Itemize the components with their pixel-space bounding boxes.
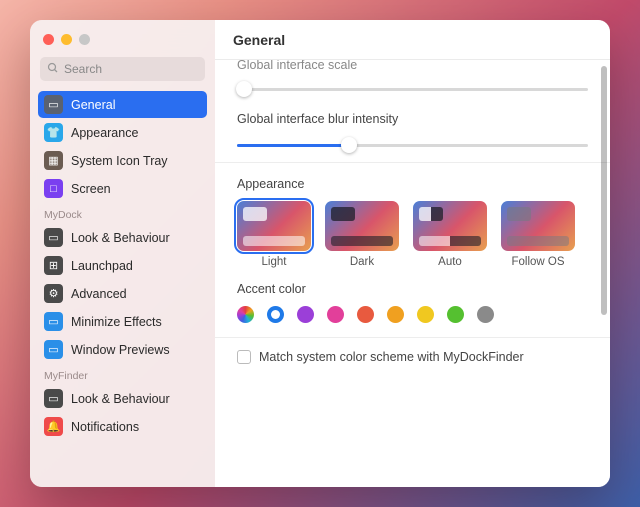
sidebar-item-icon: ▭ [44,312,63,331]
sidebar-item-icon: ▭ [44,228,63,247]
sidebar-item-label: Notifications [71,420,139,434]
sidebar: Search ▭ General 👕 Appearance ▦ System Icon T… [30,20,215,487]
settings-window: Search ▭ General 👕 Appearance ▦ System Icon T… [30,20,610,487]
match-system-checkbox[interactable] [237,350,251,364]
appearance-thumbnail [325,201,399,251]
sidebar-item-label: Launchpad [71,259,133,273]
sidebar-item-icon: ▭ [44,95,63,114]
sidebar-item-icon: ▭ [44,340,63,359]
appearance-thumbnail [413,201,487,251]
sidebar-item-look-behaviour[interactable]: ▭ Look & Behaviour [38,385,207,412]
sidebar-item-screen[interactable]: □ Screen [38,175,207,202]
accent-swatch[interactable] [297,306,314,323]
match-system-row[interactable]: Match system color scheme with MyDockFin… [237,350,588,364]
appearance-option-label: Follow OS [501,256,575,268]
sidebar-item-icon: ▦ [44,151,63,170]
sidebar-item-label: Advanced [71,287,127,301]
sidebar-item-label: Look & Behaviour [71,231,170,245]
sidebar-item-label: Look & Behaviour [71,392,170,406]
scroll-thumb[interactable] [601,66,607,315]
sidebar-item-notifications[interactable]: 🔔 Notifications [38,413,207,440]
sidebar-items: ▭ General 👕 Appearance ▦ System Icon Tray □ Scr… [30,91,215,487]
sidebar-item-label: Appearance [71,126,138,140]
appearance-options: Light Dark Auto Follow OS [237,201,588,268]
window-controls [30,30,215,57]
minimize-button[interactable] [61,34,72,45]
appearance-option-label: Auto [413,256,487,268]
sidebar-item-icon: □ [44,179,63,198]
search-placeholder: Search [64,62,102,76]
sidebar-item-appearance[interactable]: 👕 Appearance [38,119,207,146]
blur-slider[interactable] [237,136,588,154]
page-title: General [215,20,610,60]
main-panel: General Global interface scale Global in… [215,20,610,487]
accent-swatch[interactable] [417,306,434,323]
sidebar-item-look-behaviour[interactable]: ▭ Look & Behaviour [38,224,207,251]
sidebar-item-icon: 👕 [44,123,63,142]
sidebar-item-label: System Icon Tray [71,154,168,168]
match-system-label: Match system color scheme with MyDockFin… [259,350,524,364]
appearance-option-follow-os[interactable]: Follow OS [501,201,575,268]
scale-slider[interactable] [237,80,588,98]
scrollbar[interactable] [601,66,607,481]
sidebar-section-header: MyFinder [38,364,207,385]
appearance-option-label: Light [237,256,311,268]
appearance-option-dark[interactable]: Dark [325,201,399,268]
accent-swatch[interactable] [387,306,404,323]
sidebar-item-label: Window Previews [71,343,170,357]
accent-swatch[interactable] [447,306,464,323]
close-button[interactable] [43,34,54,45]
appearance-thumbnail [501,201,575,251]
search-icon [47,62,59,77]
accent-swatches [237,306,588,323]
sidebar-item-general[interactable]: ▭ General [38,91,207,118]
sidebar-item-system-icon-tray[interactable]: ▦ System Icon Tray [38,147,207,174]
sidebar-item-label: Minimize Effects [71,315,162,329]
appearance-option-label: Dark [325,256,399,268]
sidebar-item-icon: ⊞ [44,256,63,275]
search-input[interactable]: Search [40,57,205,81]
appearance-option-auto[interactable]: Auto [413,201,487,268]
sidebar-item-advanced[interactable]: ⚙ Advanced [38,280,207,307]
accent-swatch[interactable] [237,306,254,323]
accent-label: Accent color [237,282,588,296]
accent-swatch[interactable] [267,306,284,323]
accent-swatch[interactable] [477,306,494,323]
scale-label: Global interface scale [237,60,588,72]
sidebar-item-minimize-effects[interactable]: ▭ Minimize Effects [38,308,207,335]
appearance-label: Appearance [237,177,588,191]
sidebar-section-header: MyDock [38,203,207,224]
sidebar-item-icon: 🔔 [44,417,63,436]
appearance-option-light[interactable]: Light [237,201,311,268]
content: Global interface scale Global interface … [215,60,610,487]
sidebar-item-label: General [71,98,115,112]
accent-swatch[interactable] [327,306,344,323]
sidebar-item-window-previews[interactable]: ▭ Window Previews [38,336,207,363]
accent-swatch[interactable] [357,306,374,323]
sidebar-item-icon: ⚙ [44,284,63,303]
blur-label: Global interface blur intensity [237,112,588,126]
zoom-button[interactable] [79,34,90,45]
sidebar-item-icon: ▭ [44,389,63,408]
sidebar-item-launchpad[interactable]: ⊞ Launchpad [38,252,207,279]
sidebar-item-label: Screen [71,182,111,196]
appearance-thumbnail [237,201,311,251]
